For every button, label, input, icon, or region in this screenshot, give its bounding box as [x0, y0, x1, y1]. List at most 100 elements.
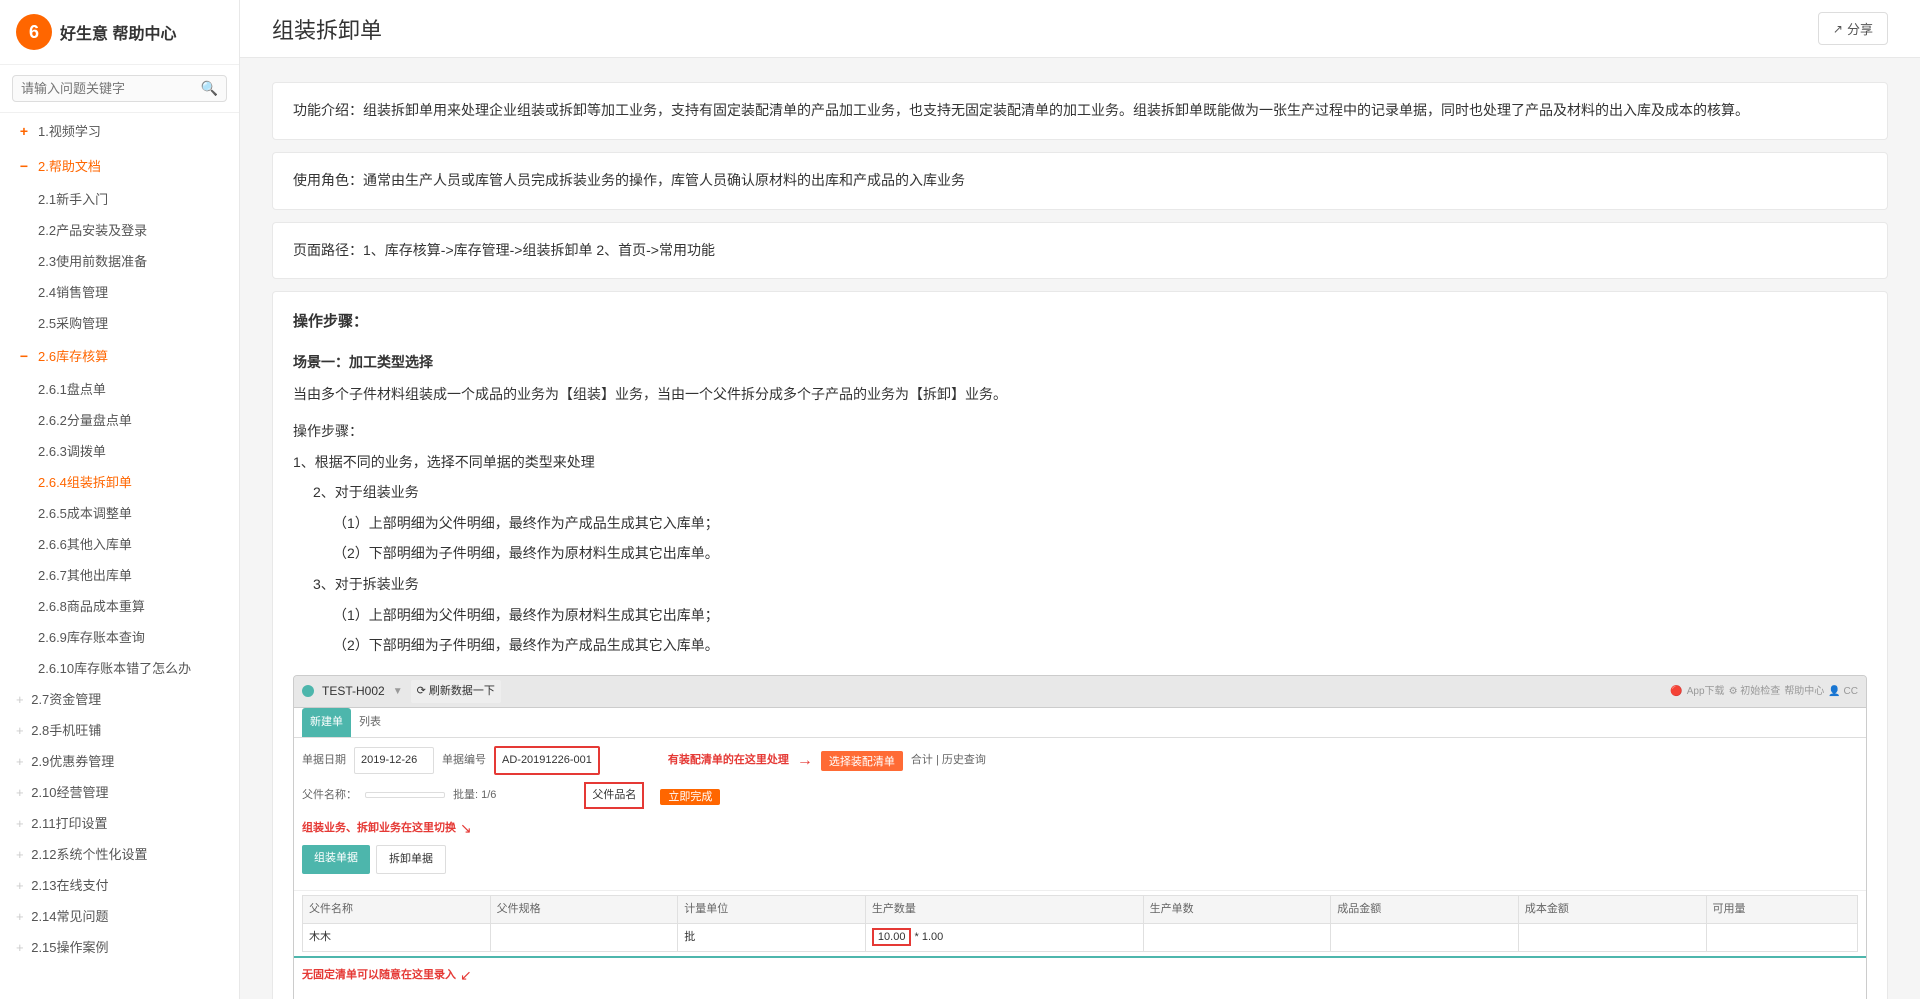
sidebar-item-2-6-9[interactable]: 2.6.9库存账本查询 — [0, 621, 239, 652]
ss-tab-list[interactable]: 列表 — [351, 708, 389, 737]
sidebar-item-2-9[interactable]: + 2.9优惠券管理 — [0, 745, 239, 776]
plus-icon-2-15: + — [16, 940, 24, 955]
ss-annotation4-row: 启用处理 — [302, 991, 1858, 999]
ss-number-label: 单据编号 — [442, 750, 486, 771]
ss-form-header: 单据日期 2019-12-26 单据编号 AD-20191226-001 有装配… — [294, 738, 1866, 892]
sidebar-item-2-11[interactable]: + 2.11打印设置 — [0, 807, 239, 838]
ss-title: TEST-H002 — [322, 680, 385, 703]
search-icon[interactable]: 🔍 — [201, 80, 218, 97]
sidebar-item-2-7[interactable]: + 2.7资金管理 — [0, 683, 239, 714]
ss-td-6 — [1331, 924, 1519, 952]
sidebar-item-2-6-5[interactable]: 2.6.5成本调整单 — [0, 497, 239, 528]
ss-td-7 — [1518, 924, 1706, 952]
plus-icon-2-8: + — [16, 723, 24, 738]
ss-number-value[interactable]: AD-20191226-001 — [494, 746, 600, 775]
steps-intro: 操作步骤： — [293, 418, 1867, 445]
ss-tab-new[interactable]: 新建单 — [302, 708, 351, 737]
steps-title: 操作步骤： — [293, 308, 1867, 337]
topbar: 组装拆卸单 ↗ 分享 — [240, 0, 1920, 58]
role-block: 使用角色：通常由生产人员或库管人员完成拆装业务的操作，库管人员确认原材料的出库和… — [272, 152, 1888, 210]
plus-icon-2-10: + — [16, 785, 24, 800]
ss-td-8 — [1706, 924, 1858, 952]
plus-icon-2-11: + — [16, 816, 24, 831]
share-icon: ↗ — [1833, 22, 1843, 36]
step2-1: （1）上部明细为父件明细，最终作为产成品生成其它入库单； — [293, 510, 1867, 537]
ss-td-1: 木木 — [303, 924, 491, 952]
ss-annotation3: 组装业务、拆卸业务在这里切换 — [302, 818, 456, 839]
path-block: 页面路径：1、库存核算->库存管理->组装拆卸单 2、首页->常用功能 — [272, 222, 1888, 280]
ss-select-btn[interactable]: 选择装配清单 — [821, 751, 903, 771]
sidebar-item-2-label: 2.帮助文档 — [38, 156, 101, 175]
ss-td-4: 10.00 * 1.00 — [865, 924, 1143, 952]
step3-2: （2）下部明细为子件明细，最终作为产成品生成其它入库单。 — [293, 632, 1867, 659]
ss-parent-input[interactable] — [365, 792, 445, 798]
ss-extra-btns: 合计 | 历史查询 — [911, 750, 986, 771]
content-area: 功能介绍：组装拆卸单用来处理企业组装或拆卸等加工业务，支持有固定装配清单的产品加… — [240, 58, 1920, 999]
steps-content: 操作步骤： 场景一：加工类型选择 当由多个子件材料组装成一个成品的业务为【组装】… — [293, 308, 1867, 999]
search-wrapper[interactable]: 🔍 — [12, 75, 227, 102]
ss-arrow5: ↙ — [460, 962, 472, 989]
plus-icon-2-7: + — [16, 692, 24, 707]
logo-text: 好生意 帮助中心 — [60, 20, 176, 44]
sidebar-item-2-6-1[interactable]: 2.6.1盘点单 — [0, 373, 239, 404]
ss-upper-table: 父件名称 父件规格 计量单位 生产数量 生产单数 成品金额 成本金额 可用量 — [294, 891, 1866, 956]
sidebar-item-2-4[interactable]: 2.4销售管理 — [0, 276, 239, 307]
ss-arrow3: ↘ — [460, 815, 472, 842]
sidebar-item-2-5[interactable]: 2.5采购管理 — [0, 307, 239, 338]
sidebar-item-2-3[interactable]: 2.3使用前数据准备 — [0, 245, 239, 276]
ss-th-4: 生产数量 — [865, 896, 1143, 924]
step2: 2、对于组装业务 — [293, 479, 1867, 506]
sidebar-item-2-6-10[interactable]: 2.6.10库存账本错了怎么办 — [0, 652, 239, 683]
sidebar-item-2-6-8[interactable]: 2.6.8商品成本重算 — [0, 590, 239, 621]
ss-td-3: 批 — [678, 924, 866, 952]
ss-titlebar: TEST-H002 ▼ ⟳ 刷新数据一下 🔴App下载 ⚙ 初始检查 帮助中心 … — [294, 676, 1866, 708]
sidebar-item-2-8[interactable]: + 2.8手机旺铺 — [0, 714, 239, 745]
ss-count-label: 批量: 1/6 — [453, 785, 496, 806]
search-input[interactable] — [21, 81, 201, 96]
sidebar-item-2-14[interactable]: + 2.14常见问题 — [0, 900, 239, 931]
sidebar-item-2-6-3[interactable]: 2.6.3调拨单 — [0, 435, 239, 466]
ss-th-8: 可用量 — [1706, 896, 1858, 924]
steps-block: 操作步骤： 场景一：加工类型选择 当由多个子件材料组装成一个成品的业务为【组装】… — [272, 291, 1888, 999]
ss-annotation5: 无固定清单可以随意在这里录入 — [302, 965, 456, 986]
ss-th-1: 父件名称 — [303, 896, 491, 924]
ss-th-6: 成品金额 — [1331, 896, 1519, 924]
sidebar-item-2-12[interactable]: + 2.12系统个性化设置 — [0, 838, 239, 869]
ss-date-value[interactable]: 2019-12-26 — [354, 747, 434, 774]
sidebar-item-2-10[interactable]: + 2.10经营管理 — [0, 776, 239, 807]
ss-form-row-1: 单据日期 2019-12-26 单据编号 AD-20191226-001 有装配… — [302, 746, 1858, 776]
ss-annotation5-row: 无固定清单可以随意在这里录入 ↙ — [302, 962, 472, 989]
sidebar-item-2[interactable]: − 2.帮助文档 — [0, 148, 239, 183]
logo-icon: 6 — [16, 14, 52, 50]
logo-area: 6 好生意 帮助中心 — [0, 0, 239, 65]
ss-th-7: 成本金额 — [1518, 896, 1706, 924]
step1: 1、根据不同的业务，选择不同单据的类型来处理 — [293, 449, 1867, 476]
ss-type-btn-1[interactable]: 组装单据 — [302, 845, 370, 874]
plus-icon: + — [16, 123, 32, 139]
sidebar: 6 好生意 帮助中心 🔍 + 1.视频学习 − 2.帮助文档 2.1新手入门 2… — [0, 0, 240, 999]
sidebar-item-2-2[interactable]: 2.2产品安装及登录 — [0, 214, 239, 245]
screenshot-container: TEST-H002 ▼ ⟳ 刷新数据一下 🔴App下载 ⚙ 初始检查 帮助中心 … — [293, 675, 1867, 999]
share-button[interactable]: ↗ 分享 — [1818, 12, 1888, 45]
sidebar-item-2-6-6[interactable]: 2.6.6其他入库单 — [0, 528, 239, 559]
sidebar-item-1[interactable]: + 1.视频学习 — [0, 113, 239, 148]
sidebar-item-2-13[interactable]: + 2.13在线支付 — [0, 869, 239, 900]
sidebar-item-1-label: 1.视频学习 — [38, 121, 101, 140]
plus-icon-2-9: + — [16, 754, 24, 769]
minus-icon: − — [16, 158, 32, 174]
ss-th-2: 父件规格 — [490, 896, 678, 924]
sidebar-item-2-6-4[interactable]: 2.6.4组装拆卸单 — [0, 466, 239, 497]
sidebar-item-2-15[interactable]: + 2.15操作案例 — [0, 931, 239, 962]
ss-sublabel: 父件名称： — [302, 785, 357, 806]
sidebar-item-2-6-2[interactable]: 2.6.2分量盘点单 — [0, 404, 239, 435]
sidebar-item-2-6-7[interactable]: 2.6.7其他出库单 — [0, 559, 239, 590]
sidebar-item-2-6-label: 2.6库存核算 — [38, 346, 108, 365]
ss-type-row: 组装单据 拆卸单据 — [302, 845, 1858, 874]
step3-1: （1）上部明细为父件明细，最终作为原材料生成其它出库单； — [293, 602, 1867, 629]
sidebar-item-2-1[interactable]: 2.1新手入门 — [0, 183, 239, 214]
page-title: 组装拆卸单 — [272, 13, 382, 45]
ss-type-btn-2[interactable]: 拆卸单据 — [376, 845, 446, 874]
ss-type-section: 组装业务、拆卸业务在这里切换 ↘ — [302, 815, 1858, 842]
sidebar-item-2-6[interactable]: − 2.6库存核算 — [0, 338, 239, 373]
ss-confirm-btn[interactable]: 立即完成 — [660, 782, 720, 809]
